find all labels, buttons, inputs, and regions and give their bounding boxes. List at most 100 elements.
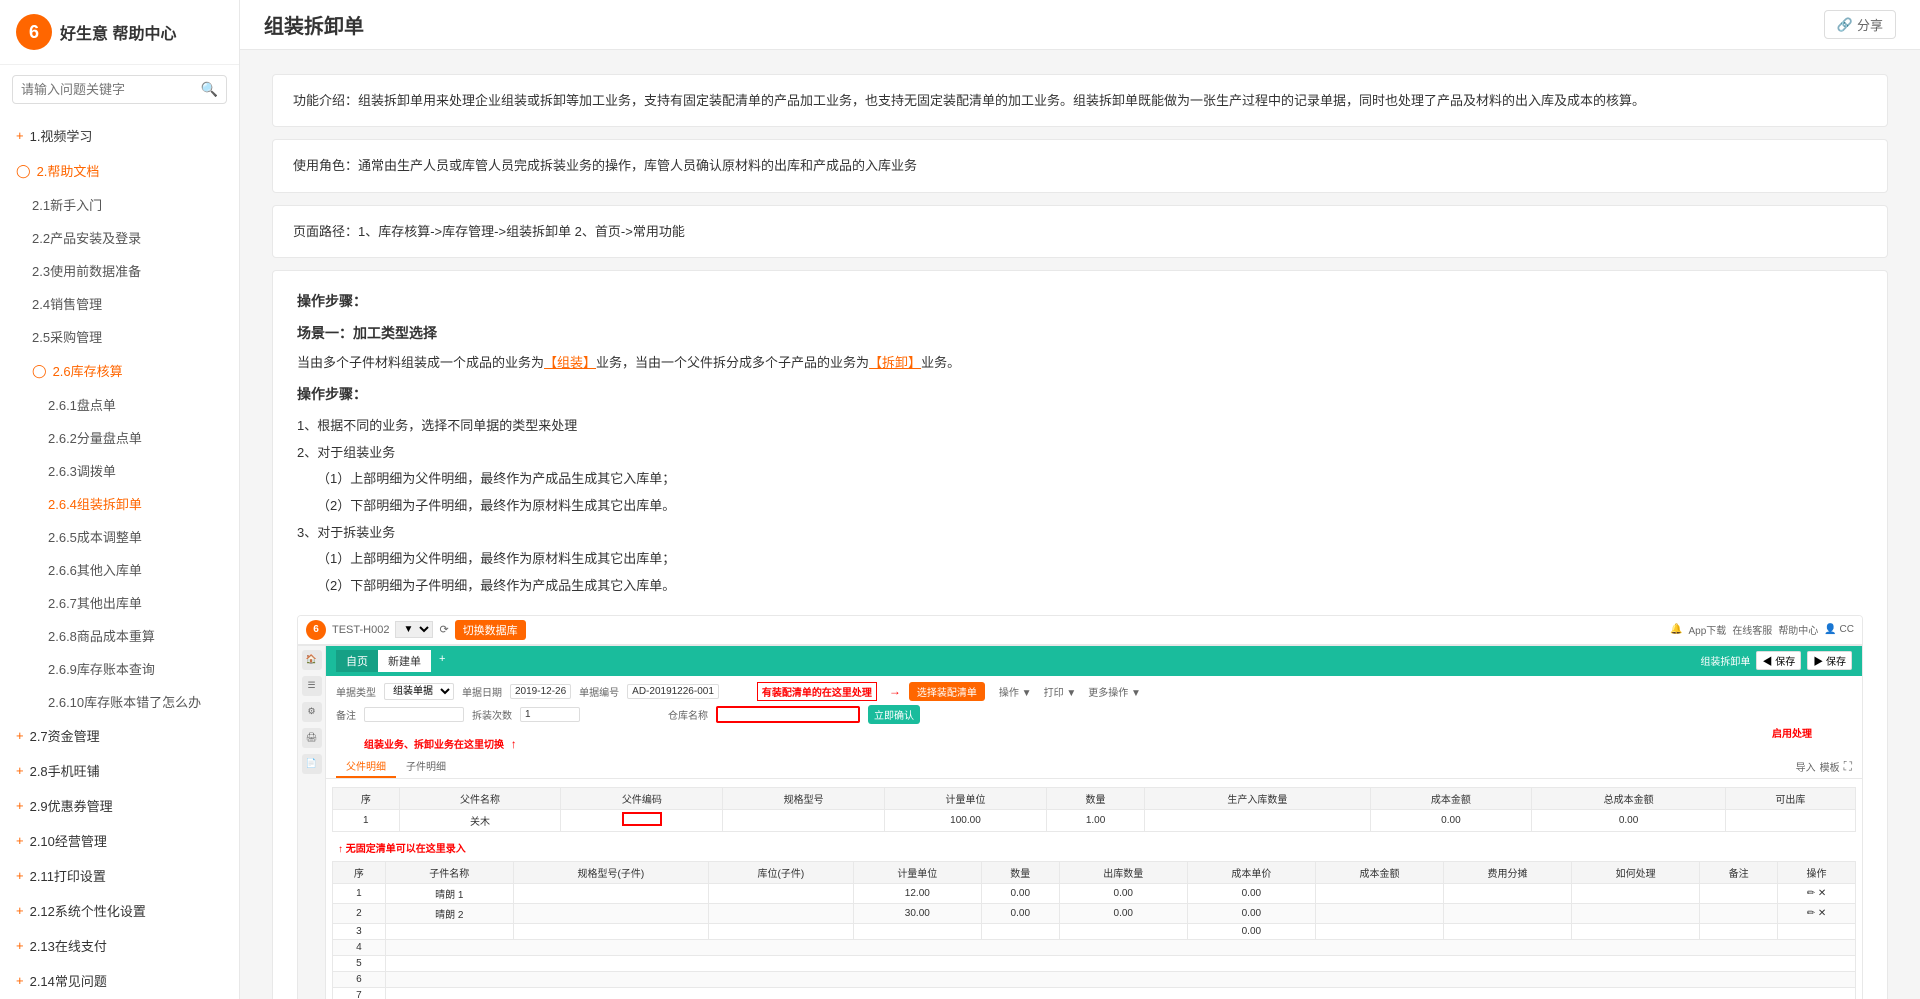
share-button[interactable]: 🔗 分享 (1824, 10, 1896, 39)
help-center-icon[interactable]: 帮助中心 (1778, 622, 1818, 637)
sidebar-item-2-6[interactable]: ◯ 2.6库存核算 (0, 353, 239, 388)
tab-action-import[interactable]: 导入 (1796, 759, 1816, 774)
app-tab-self[interactable]: 自页 (336, 650, 378, 672)
child-row-6: 6 (333, 971, 1856, 987)
search-input[interactable] (21, 82, 201, 97)
child-col-unit-cost: 成本单价 (1187, 861, 1315, 883)
sidebar-item-2-12[interactable]: + 2.12系统个性化设置 (0, 893, 239, 928)
home-icon-inner[interactable]: 🏠 (302, 650, 322, 670)
child-row-7: 7 (333, 987, 1856, 999)
sidebar-sub-2-6-6[interactable]: 2.6.6其他入库单 (0, 553, 239, 586)
save-prev-btn[interactable]: ◀ 保存 (1756, 651, 1801, 670)
role-block: 使用角色：通常由生产人员或库管人员完成拆装业务的操作，库管人员确认原材料的出库和… (272, 139, 1888, 192)
child-table: 序 子件名称 规格型号(子件) 库位(子件) 计量单位 数量 出库数量 成本单价 (332, 861, 1856, 999)
cell-qty-val: 1.00 (1046, 809, 1144, 831)
sidebar-sub-2-6-5[interactable]: 2.6.5成本调整单 (0, 520, 239, 553)
link-disassembly[interactable]: 【拆卸】 (869, 355, 921, 370)
bell-icon[interactable]: 🔔 (1670, 624, 1682, 635)
sidebar-sub-2-6-7[interactable]: 2.6.7其他出库单 (0, 586, 239, 619)
child-col-qty: 数量 (981, 861, 1059, 883)
list-icon-inner[interactable]: ☰ (302, 676, 322, 696)
step-3: 3、对于拆装业务 (297, 521, 1863, 546)
plus-icon-2-13: + (16, 938, 24, 953)
user-avatar[interactable]: 👤 CC (1824, 624, 1854, 635)
sidebar-item-video[interactable]: + 1.视频学习 (0, 118, 239, 153)
plus-icon-2-9: + (16, 798, 24, 813)
child-row-1: 1 晴朗 1 12.00 0.00 0.00 0.00 (333, 883, 1856, 903)
form-remark-input[interactable] (364, 707, 464, 722)
annotation-switch: 组装业务、拆卸业务在这里切换 (364, 740, 504, 751)
row-edit-icon-2[interactable]: ✏ (1807, 908, 1815, 919)
sidebar-sub-2-6-3[interactable]: 2.6.3调拨单 (0, 454, 239, 487)
highlighted-cell[interactable] (622, 812, 662, 826)
app-tab-new[interactable]: 新建单 (378, 650, 431, 672)
topbar: 组装拆卸单 🔗 分享 (240, 0, 1920, 50)
tab-action-template[interactable]: 模板 (1820, 759, 1840, 774)
sidebar-sub-2-6-10[interactable]: 2.6.10库存账本错了怎么办 (0, 685, 239, 718)
row-del-icon-2[interactable]: ✕ (1818, 908, 1826, 919)
search-box[interactable]: 🔍 (12, 75, 227, 104)
form-type-select[interactable]: 组装单据 (384, 683, 454, 700)
form-id-value: AD-20191226-001 (627, 684, 719, 699)
sidebar-item-2-13[interactable]: + 2.13在线支付 (0, 928, 239, 963)
child-col-out-qty: 出库数量 (1059, 861, 1187, 883)
parent-table: 序 父件名称 父件编码 规格型号 计量单位 数量 生产入库数量 成本金额 (332, 787, 1856, 832)
step-2-2: （2）下部明细为子件明细，最终作为原材料生成其它出库单。 (297, 494, 1863, 519)
sidebar-sub-2-6-9[interactable]: 2.6.9库存账本查询 (0, 652, 239, 685)
row-edit-icon[interactable]: ✏ (1807, 888, 1815, 899)
child-row-3: 3 0.00 (333, 923, 1856, 939)
sidebar-item-2-14[interactable]: + 2.14常见问题 (0, 963, 239, 998)
minus-icon: ◯ (16, 163, 31, 179)
app-tab-parent[interactable]: 父件明细 (336, 755, 396, 778)
plus-icon-2-12: + (16, 903, 24, 918)
form-fields-area: 单据类型 组装单据 单据日期 2019-12-26 单据编号 AD-201912… (326, 676, 1862, 755)
sidebar-sub-2-4[interactable]: 2.4销售管理 (0, 287, 239, 320)
sidebar-sub-2-6-1[interactable]: 2.6.1盘点单 (0, 388, 239, 421)
fullscreen-icon[interactable]: ⛶ (1844, 759, 1852, 774)
sidebar-item-2-9[interactable]: + 2.9优惠券管理 (0, 788, 239, 823)
search-icon[interactable]: 🔍 (201, 81, 218, 98)
col-qty: 数量 (1046, 787, 1144, 809)
save-next-btn[interactable]: ▶ 保存 (1807, 651, 1852, 670)
sidebar-item-2-10[interactable]: + 2.10经营管理 (0, 823, 239, 858)
screenshot-container: 6 TEST-H002 ▼ ⟳ 切换数据库 🔔 App下载 在线客服 帮助中心 … (297, 615, 1863, 999)
apps-icon[interactable]: App下载 (1689, 622, 1727, 637)
form-warehouse-input[interactable] (716, 706, 860, 723)
app-inner: 🏠 ☰ ⚙ 🖨 📄 自页 新建单 (298, 645, 1862, 999)
app-tab-child[interactable]: 子件明细 (396, 755, 456, 778)
child-col-cost: 成本金额 (1315, 861, 1443, 883)
form-row-main: 单据类型 组装单据 单据日期 2019-12-26 单据编号 AD-201912… (336, 682, 1852, 701)
sidebar-sub-2-9-label: 2.9优惠券管理 (30, 796, 113, 815)
content-area: 功能介绍：组装拆卸单用来处理企业组装或拆卸等加工业务，支持有固定装配清单的产品加… (240, 50, 1920, 999)
sidebar-sub-2-3[interactable]: 2.3使用前数据准备 (0, 254, 239, 287)
app-tab-add[interactable]: + (431, 650, 453, 672)
sidebar-sub-2-12-label: 2.12系统个性化设置 (30, 901, 146, 920)
sidebar-sub-2-6-2[interactable]: 2.6.2分量盘点单 (0, 421, 239, 454)
confirm-btn[interactable]: 立即确认 (868, 705, 920, 724)
sidebar-sub-2-1[interactable]: 2.1新手入门 (0, 188, 239, 221)
sidebar-sub-2-2[interactable]: 2.2产品安装及登录 (0, 221, 239, 254)
sidebar-sub-2-6-4[interactable]: 2.6.4组装拆卸单 (0, 487, 239, 520)
role-text: 使用角色：通常由生产人员或库管人员完成拆装业务的操作，库管人员确认原材料的出库和… (293, 158, 917, 173)
child-row-2: 2 晴朗 2 30.00 0.00 0.00 0.00 (333, 903, 1856, 923)
sidebar-item-2-11[interactable]: + 2.11打印设置 (0, 858, 239, 893)
sidebar-sub-2-11-label: 2.11打印设置 (30, 866, 106, 885)
print-icon-inner[interactable]: 🖨 (302, 728, 322, 748)
col-available: 可出库 (1725, 787, 1855, 809)
refresh-icon[interactable]: ⟳ (439, 623, 448, 636)
doc-icon-inner[interactable]: 📄 (302, 754, 322, 774)
sidebar-item-docs[interactable]: ◯ 2.帮助文档 (0, 153, 239, 188)
cell-seq: 1 (333, 809, 400, 831)
row-del-icon[interactable]: ✕ (1818, 888, 1826, 899)
sidebar-sub-2-10-label: 2.10经营管理 (30, 831, 107, 850)
app-dropdown[interactable]: ▼ (395, 621, 433, 638)
sidebar-item-2-8[interactable]: + 2.8手机旺铺 (0, 753, 239, 788)
app-save-btn[interactable]: 切换数据库 (455, 620, 526, 640)
processing-btn[interactable]: 选择装配清单 (909, 682, 985, 701)
help-icon[interactable]: 在线客服 (1732, 622, 1772, 637)
sidebar-item-2-7[interactable]: + 2.7资金管理 (0, 718, 239, 753)
settings-icon-inner[interactable]: ⚙ (302, 702, 322, 722)
sidebar-sub-2-5[interactable]: 2.5采购管理 (0, 320, 239, 353)
link-assembly[interactable]: 【组装】 (544, 355, 596, 370)
sidebar-sub-2-6-8[interactable]: 2.6.8商品成本重算 (0, 619, 239, 652)
